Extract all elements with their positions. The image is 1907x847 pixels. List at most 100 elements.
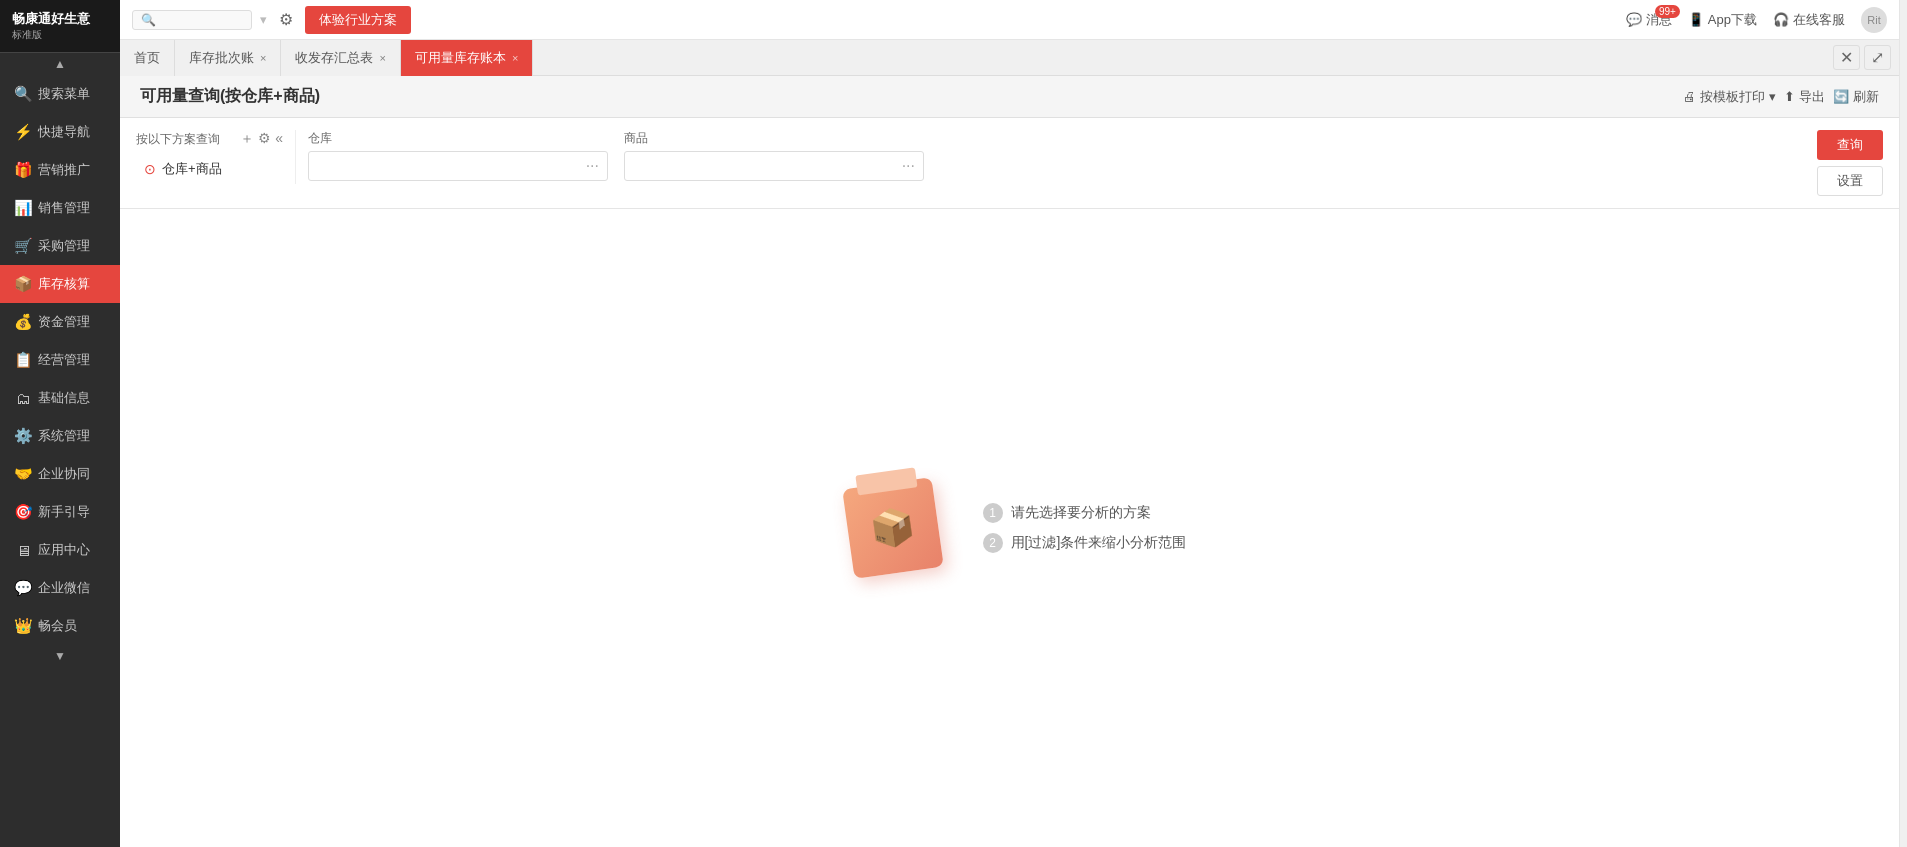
warehouse-input[interactable]: ···: [308, 151, 608, 181]
tab-available-stock[interactable]: 可用量库存账本 ×: [401, 40, 533, 76]
sidebar-scroll-up[interactable]: ▲: [0, 53, 120, 75]
sidebar-item-appcenter[interactable]: 🖥 应用中心: [0, 531, 120, 569]
sidebar-item-collaboration[interactable]: 🤝 企业协同: [0, 455, 120, 493]
chart-icon: 📊: [14, 199, 32, 217]
sidebar-item-finance[interactable]: 💰 资金管理: [0, 303, 120, 341]
tab-home[interactable]: 首页: [120, 40, 175, 76]
sidebar-item-basic-info[interactable]: 🗂 基础信息: [0, 379, 120, 417]
sidebar-item-marketing[interactable]: 🎁 营销推广: [0, 151, 120, 189]
scheme-item-warehouse-goods[interactable]: ⊙ 仓库+商品: [136, 154, 283, 184]
add-scheme-button[interactable]: ＋: [240, 130, 254, 148]
message-button[interactable]: 💬 消息 99+: [1626, 11, 1672, 29]
export-icon: ⬆: [1784, 89, 1795, 104]
filter-scheme-actions: ＋ ⚙ «: [240, 130, 283, 148]
tab-available-stock-label: 可用量库存账本: [415, 49, 506, 67]
sidebar-item-member[interactable]: 👑 畅会员: [0, 607, 120, 645]
flash-icon: ⚡: [14, 123, 32, 141]
message-badge: 99+: [1655, 5, 1680, 18]
dropdown-icon[interactable]: ▾: [260, 12, 267, 27]
tab-stock-summary[interactable]: 收发存汇总表 ×: [281, 40, 400, 76]
hint-text-1: 请先选择要分析的方案: [1011, 504, 1151, 522]
sidebar-item-guide[interactable]: 🎯 新手引导: [0, 493, 120, 531]
filter-scheme-header: 按以下方案查询 ＋ ⚙ «: [136, 130, 283, 148]
maximize-tab-button[interactable]: ⤢: [1864, 45, 1891, 70]
scheme-icon: ⊙: [144, 161, 156, 177]
close-icon[interactable]: ×: [379, 52, 385, 64]
collapse-scheme-button[interactable]: «: [275, 130, 283, 148]
goods-input[interactable]: ···: [624, 151, 924, 181]
filter-area: 按以下方案查询 ＋ ⚙ « ⊙ 仓库+商品 仓库 ···: [120, 118, 1899, 209]
close-icon[interactable]: ×: [512, 52, 518, 64]
tabs-bar: 首页 库存批次账 × 收发存汇总表 × 可用量库存账本 × ✕ ⤢: [120, 40, 1899, 76]
tab-inventory-batch-label: 库存批次账: [189, 49, 254, 67]
main-content: 🔍 ▾ ⚙ 体验行业方案 💬 消息 99+ 📱 App下载 🎧 在线客服 Rit: [120, 0, 1899, 847]
sidebar-item-label: 应用中心: [38, 541, 90, 559]
sidebar-item-label: 企业微信: [38, 579, 90, 597]
sidebar-item-label: 快捷导航: [38, 123, 90, 141]
user-avatar[interactable]: Rit: [1861, 7, 1887, 33]
goods-field-label: 商品: [624, 130, 924, 147]
sidebar-item-label: 搜索菜单: [38, 85, 90, 103]
sidebar: 畅康通好生意 标准版 ▲ 🔍 搜索菜单 ⚡ 快捷导航 🎁 营销推广 📊 销售管理…: [0, 0, 120, 847]
sidebar-item-label: 销售管理: [38, 199, 90, 217]
sidebar-item-label: 采购管理: [38, 237, 90, 255]
sidebar-item-wechat[interactable]: 💬 企业微信: [0, 569, 120, 607]
refresh-button[interactable]: 🔄 刷新: [1833, 88, 1879, 106]
topbar: 🔍 ▾ ⚙ 体验行业方案 💬 消息 99+ 📱 App下载 🎧 在线客服 Rit: [120, 0, 1899, 40]
desktop-icon: 🖥: [14, 542, 32, 559]
export-button[interactable]: ⬆ 导出: [1784, 88, 1825, 106]
page-header-actions: 🖨 按模板打印 ▾ ⬆ 导出 🔄 刷新: [1683, 88, 1879, 106]
print-button[interactable]: 🖨 按模板打印 ▾: [1683, 88, 1776, 106]
sidebar-item-purchase[interactable]: 🛒 采购管理: [0, 227, 120, 265]
headset-icon: 🎧: [1773, 12, 1789, 27]
search-icon: 🔍: [14, 85, 32, 103]
empty-hints: 1 请先选择要分析的方案 2 用[过滤]条件来缩小分析范围: [983, 503, 1187, 553]
sidebar-item-system[interactable]: ⚙️ 系统管理: [0, 417, 120, 455]
sidebar-item-label: 企业协同: [38, 465, 90, 483]
close-icon[interactable]: ×: [260, 52, 266, 64]
topbar-gear-icon[interactable]: ⚙: [275, 6, 297, 33]
goods-more-icon[interactable]: ···: [902, 157, 915, 175]
scheme-settings-button[interactable]: ⚙: [258, 130, 271, 148]
gear-icon: ⚙️: [14, 427, 32, 445]
query-button[interactable]: 查询: [1817, 130, 1883, 160]
online-service-link[interactable]: 🎧 在线客服: [1773, 11, 1845, 29]
page-header: 可用量查询(按仓库+商品) 🖨 按模板打印 ▾ ⬆ 导出 🔄 刷新: [120, 76, 1899, 118]
filter-scheme-panel: 按以下方案查询 ＋ ⚙ « ⊙ 仓库+商品: [136, 130, 296, 184]
phone-icon: 📱: [1688, 12, 1704, 27]
warehouse-more-icon[interactable]: ···: [586, 157, 599, 175]
refresh-icon: 🔄: [1833, 89, 1849, 104]
filter-settings-button[interactable]: 设置: [1817, 166, 1883, 196]
search-icon: 🔍: [141, 13, 156, 27]
filter-actions: 查询 设置: [1817, 130, 1883, 196]
sidebar-item-label: 经营管理: [38, 351, 90, 369]
chevron-down-icon[interactable]: ▾: [1769, 89, 1776, 104]
money-icon: 💰: [14, 313, 32, 331]
trial-button[interactable]: 体验行业方案: [305, 6, 411, 34]
topbar-search[interactable]: 🔍: [132, 10, 252, 30]
hint-text-2: 用[过滤]条件来缩小分析范围: [1011, 534, 1187, 552]
close-tab-button[interactable]: ✕: [1833, 45, 1860, 70]
brand-edition: 标准版: [12, 28, 108, 42]
sidebar-item-inventory[interactable]: 📦 库存核算: [0, 265, 120, 303]
tab-home-label: 首页: [134, 49, 160, 67]
sidebar-item-label: 营销推广: [38, 161, 90, 179]
sidebar-item-label: 畅会员: [38, 617, 77, 635]
cart-icon: 🛒: [14, 237, 32, 255]
box-icon: 📦: [14, 275, 32, 293]
hint-number-1: 1: [983, 503, 1003, 523]
sidebar-item-search[interactable]: 🔍 搜索菜单: [0, 75, 120, 113]
right-scrollbar[interactable]: [1899, 0, 1907, 847]
app-download-link[interactable]: 📱 App下载: [1688, 11, 1757, 29]
sidebar-item-management[interactable]: 📋 经营管理: [0, 341, 120, 379]
empty-illustration: 📦: [833, 468, 953, 588]
sidebar-item-quicknav[interactable]: ⚡ 快捷导航: [0, 113, 120, 151]
target-icon: 🎯: [14, 503, 32, 521]
wechat-icon: 💬: [14, 579, 32, 597]
sidebar-scroll-down[interactable]: ▼: [0, 645, 120, 667]
tab-stock-summary-label: 收发存汇总表: [295, 49, 373, 67]
tab-inventory-batch[interactable]: 库存批次账 ×: [175, 40, 281, 76]
sidebar-item-sales[interactable]: 📊 销售管理: [0, 189, 120, 227]
filter-field-warehouse: 仓库 ···: [308, 130, 608, 181]
clipboard-icon: 📋: [14, 351, 32, 369]
